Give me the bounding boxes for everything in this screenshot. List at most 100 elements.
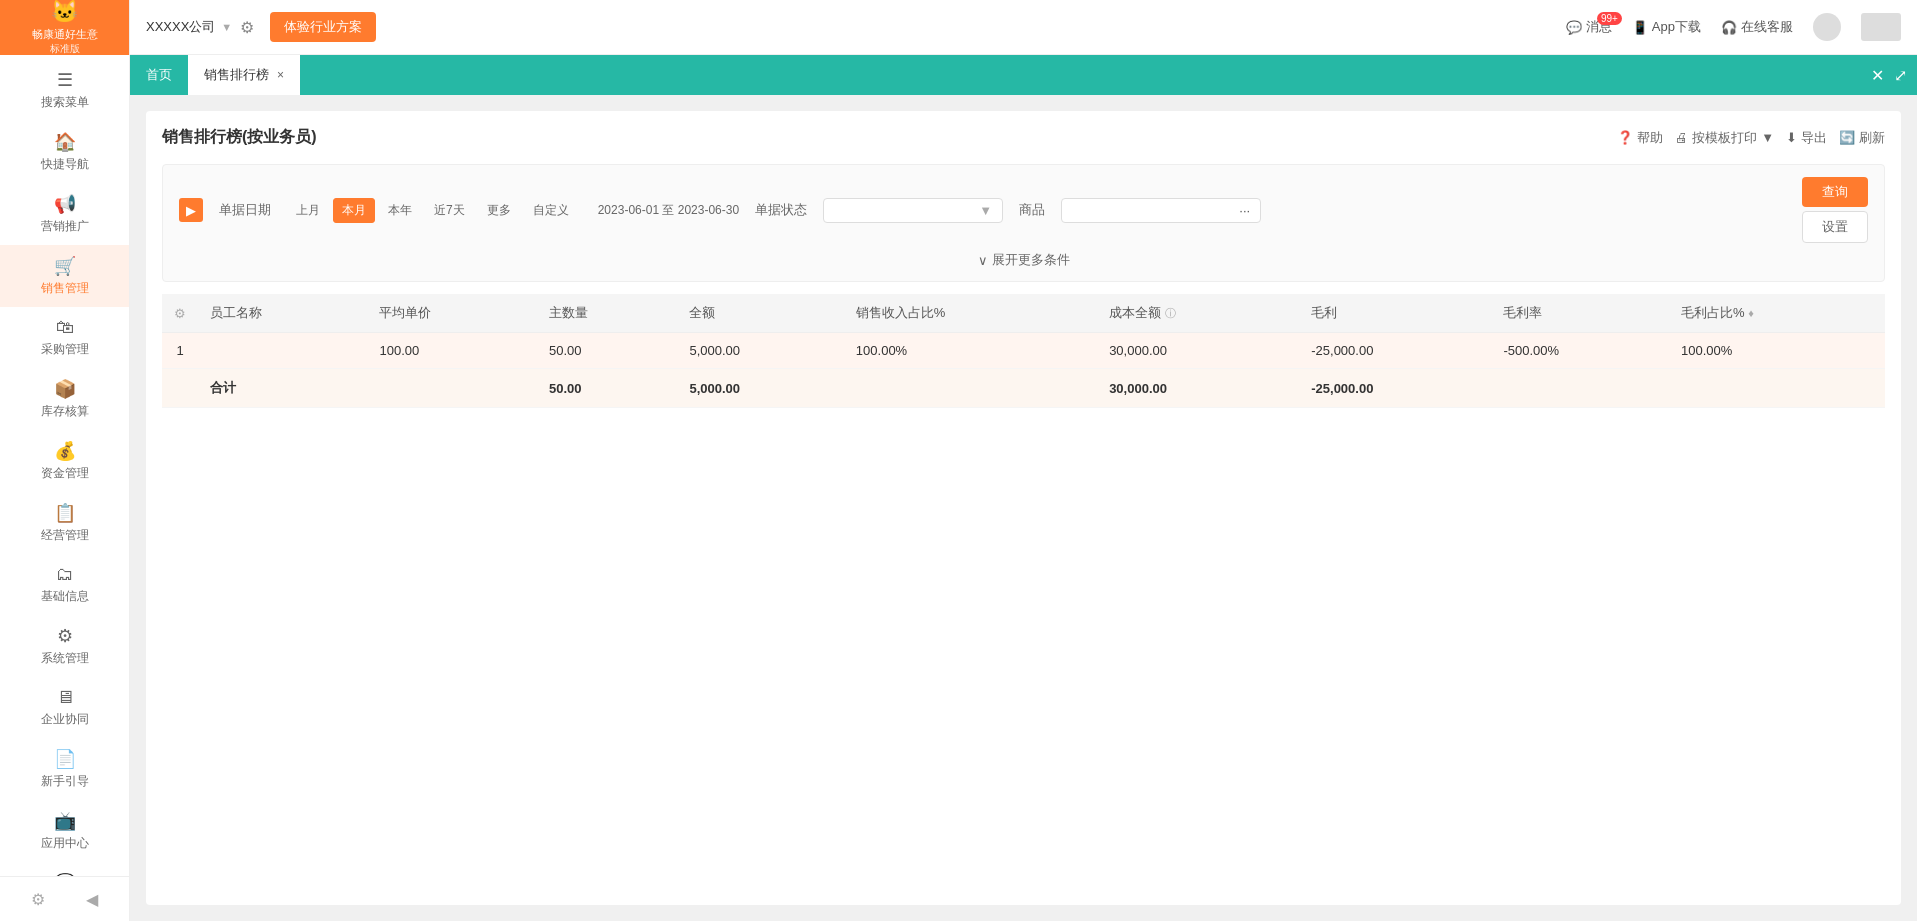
window-close-icon[interactable]: ✕ [1871, 66, 1884, 85]
app-download-label: App下载 [1652, 18, 1701, 36]
date-btn-this-year[interactable]: 本年 [379, 198, 421, 223]
sidebar-label-management: 经营管理 [41, 527, 89, 544]
tab-home-label: 首页 [146, 66, 172, 84]
online-service-label: 在线客服 [1741, 18, 1793, 36]
footer-avg-price [367, 369, 536, 408]
th-profit: 毛利 [1299, 294, 1491, 333]
sidebar-item-purchase[interactable]: 🛍 采购管理 [0, 307, 129, 368]
footer-total: 5,000.00 [677, 369, 843, 408]
query-button[interactable]: 查询 [1802, 177, 1868, 207]
footer-main-qty: 50.00 [537, 369, 678, 408]
cell-total: 5,000.00 [677, 333, 843, 369]
company-selector[interactable]: XXXXX公司 ▼ [146, 18, 232, 36]
footer-profit-rate [1491, 369, 1669, 408]
sidebar-label-base: 基础信息 [41, 588, 89, 605]
sidebar-label-finance: 资金管理 [41, 465, 89, 482]
tab-active-label: 销售排行榜 [204, 66, 269, 84]
chevron-down-icon: ▼ [979, 203, 992, 218]
footer-empty [162, 369, 198, 408]
sidebar-item-apps[interactable]: 📺 应用中心 [0, 800, 129, 862]
sidebar-item-marketing[interactable]: 📢 营销推广 [0, 183, 129, 245]
sidebar-label-purchase: 采购管理 [41, 341, 89, 358]
cell-profit-pct: 100.00% [1669, 333, 1885, 369]
date-btn-more[interactable]: 更多 [478, 198, 520, 223]
message-badge: 99+ [1597, 12, 1622, 25]
chevron-down-icon: ∨ [978, 253, 988, 268]
tab-sales-ranking[interactable]: 销售排行榜 × [188, 55, 300, 95]
sidebar-item-system[interactable]: ⚙ 系统管理 [0, 615, 129, 677]
settings-button[interactable]: 设置 [1802, 211, 1868, 243]
sidebar-collapse-btn[interactable]: ◀ [86, 890, 98, 909]
page-title: 销售排行榜(按业务员) [162, 127, 317, 148]
expand-conditions-btn[interactable]: ∨ 展开更多条件 [978, 251, 1070, 269]
th-avg-price: 平均单价 [367, 294, 536, 333]
chevron-down-icon: ▼ [1761, 130, 1774, 145]
sidebar-item-collab[interactable]: 🖥 企业协同 [0, 677, 129, 738]
date-btn-7days[interactable]: 近7天 [425, 198, 474, 223]
profit-pct-help-icon: ♦ [1748, 307, 1754, 319]
window-maximize-icon[interactable]: ⤢ [1894, 66, 1907, 85]
base-icon: 🗂 [56, 564, 74, 585]
sidebar-item-base[interactable]: 🗂 基础信息 [0, 554, 129, 615]
th-cost: 成本全额 ⓘ [1097, 294, 1299, 333]
cell-avg-price: 100.00 [367, 333, 536, 369]
cell-main-qty: 50.00 [537, 333, 678, 369]
sidebar-item-nav[interactable]: 🏠 快捷导航 [0, 121, 129, 183]
cell-profit-rate: -500.00% [1491, 333, 1669, 369]
company-name: XXXXX公司 [146, 18, 215, 36]
footer-profit-pct [1669, 369, 1885, 408]
sidebar-item-wechat[interactable]: 💬 企业微信 [0, 862, 129, 876]
system-icon: ⚙ [57, 625, 73, 647]
goods-input[interactable]: ··· [1061, 198, 1261, 223]
th-name-label: 员工名称 [210, 305, 262, 320]
message-btn[interactable]: 💬 消息 99+ [1566, 18, 1612, 36]
content-card: 销售排行榜(按业务员) ❓ 帮助 🖨 按模板打印 ▼ ⬇ 导出 🔄 刷新 [146, 111, 1901, 905]
home-icon: 🏠 [54, 131, 76, 153]
filter-actions: 查询 设置 [1802, 177, 1868, 243]
sidebar-item-finance[interactable]: 💰 资金管理 [0, 430, 129, 492]
sidebar-label-apps: 应用中心 [41, 835, 89, 852]
template-print-button[interactable]: 🖨 按模板打印 ▼ [1675, 129, 1774, 147]
online-service-btn[interactable]: 🎧 在线客服 [1721, 18, 1793, 36]
user-avatar[interactable] [1813, 13, 1841, 41]
guide-icon: 📄 [54, 748, 76, 770]
help-icon: ❓ [1617, 130, 1633, 145]
sidebar-item-inventory[interactable]: 📦 库存核算 [0, 368, 129, 430]
date-btn-last-month[interactable]: 上月 [287, 198, 329, 223]
th-settings[interactable]: ⚙ [162, 294, 198, 333]
user-name-block [1861, 13, 1901, 41]
inventory-icon: 📦 [54, 378, 76, 400]
sidebar-settings-btn[interactable]: ⚙ [31, 890, 45, 909]
column-settings-icon[interactable]: ⚙ [174, 306, 186, 321]
app-download-btn[interactable]: 📱 App下载 [1632, 18, 1701, 36]
status-select[interactable]: ▼ [823, 198, 1003, 223]
sidebar-label-sales: 销售管理 [41, 280, 89, 297]
headset-icon: 🎧 [1721, 20, 1737, 35]
tabbar: 首页 销售排行榜 × ✕ ⤢ [130, 55, 1917, 95]
ellipsis-btn[interactable]: ··· [1239, 203, 1250, 218]
filter-toggle-btn[interactable]: ▶ [179, 198, 203, 222]
tab-home[interactable]: 首页 [130, 55, 188, 95]
sidebar-label-nav: 快捷导航 [41, 156, 89, 173]
logo-icon: 🐱 [51, 0, 78, 25]
sidebar-footer: ⚙ ◀ [0, 876, 129, 921]
export-button[interactable]: ⬇ 导出 [1786, 129, 1827, 147]
tab-close-icon[interactable]: × [277, 68, 284, 82]
refresh-button[interactable]: 🔄 刷新 [1839, 129, 1885, 147]
sidebar-item-management[interactable]: 📋 经营管理 [0, 492, 129, 554]
search-menu-icon: ☰ [57, 69, 73, 91]
settings-icon[interactable]: ⚙ [240, 18, 254, 37]
help-button[interactable]: ❓ 帮助 [1617, 129, 1663, 147]
sidebar-item-guide[interactable]: 📄 新手引导 [0, 738, 129, 800]
cost-help-icon: ⓘ [1165, 307, 1176, 319]
sidebar-item-sales[interactable]: 🛒 销售管理 [0, 245, 129, 307]
date-btn-this-month[interactable]: 本月 [333, 198, 375, 223]
footer-cost: 30,000.00 [1097, 369, 1299, 408]
date-btn-custom[interactable]: 自定义 [524, 198, 578, 223]
sidebar-item-search[interactable]: ☰ 搜索菜单 [0, 59, 129, 121]
chevron-down-icon: ▼ [221, 21, 232, 33]
cell-name [198, 333, 367, 369]
filter-row: ▶ 单据日期 上月 本月 本年 近7天 更多 自定义 2023-06-01 至 … [179, 177, 1868, 243]
trial-button[interactable]: 体验行业方案 [270, 12, 376, 42]
footer-label: 合计 [198, 369, 367, 408]
